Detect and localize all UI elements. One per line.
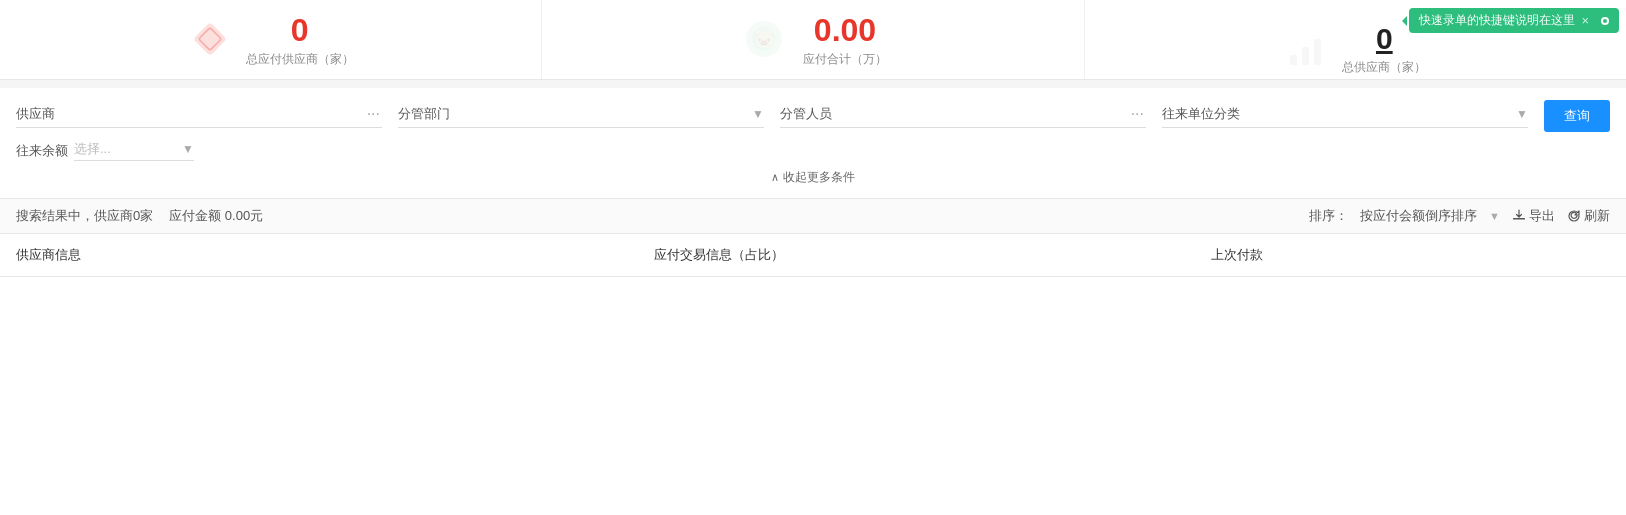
stat-payable-suppliers: 0 总应付供应商（家） (0, 0, 542, 79)
svg-rect-7 (1314, 39, 1321, 65)
export-btn[interactable]: 导出 (1512, 207, 1555, 225)
unit-chevron[interactable]: ▼ (1516, 107, 1528, 121)
result-bar: 搜索结果中，供应商0家 应付金额 0.00元 排序： 按应付会额倒序排序 ▼ 导… (0, 199, 1626, 234)
total-suppliers-number: 0 (1376, 21, 1393, 57)
unit-label: 往来单位分类 (1162, 105, 1240, 123)
table-body (0, 277, 1626, 515)
export-label: 导出 (1529, 207, 1555, 225)
dept-filter-group: 分管部门 ▼ (398, 105, 764, 128)
chart-icon (1284, 27, 1328, 71)
tooltip-close-btn[interactable]: × (1581, 13, 1589, 28)
collapse-chevron-icon: ∧ (771, 171, 779, 184)
dept-chevron[interactable]: ▼ (752, 107, 764, 121)
sort-label: 排序： (1309, 207, 1348, 225)
filter-row-1: 供应商 ··· 分管部门 ▼ 分管人员 ··· 往来单位分类 ▼ 查询 (16, 100, 1610, 132)
payable-suppliers-label: 总应付供应商（家） (246, 51, 354, 68)
result-amount: 应付金额 0.00元 (169, 207, 263, 225)
refresh-label: 刷新 (1584, 207, 1610, 225)
stats-bar: 0 总应付供应商（家） 🐷 0.00 应付合计（万） 快速录单的快捷键说明在这里… (0, 0, 1626, 80)
piggy-icon: 🐷 (739, 14, 789, 64)
payable-total-label: 应付合计（万） (803, 51, 887, 68)
tooltip-bubble: 快速录单的快捷键说明在这里 × (1409, 8, 1619, 33)
svg-text:🐷: 🐷 (753, 28, 776, 50)
balance-chevron[interactable]: ▼ (182, 142, 194, 156)
col-lastpay-header: 上次付款 (1211, 246, 1610, 264)
search-button[interactable]: 查询 (1544, 100, 1610, 132)
result-summary: 搜索结果中，供应商0家 应付金额 0.00元 (16, 207, 263, 225)
balance-placeholder: 选择... (74, 140, 182, 158)
diamond-icon (188, 17, 232, 61)
refresh-icon (1567, 209, 1581, 223)
supplier-label: 供应商 (16, 105, 55, 123)
svg-rect-8 (1513, 218, 1525, 220)
balance-select-wrapper: 选择... ▼ (74, 140, 194, 161)
col-supplier-header: 供应商信息 (16, 246, 654, 264)
svg-rect-5 (1290, 55, 1297, 65)
col-transaction-header: 应付交易信息（占比） (654, 246, 1212, 264)
dept-label: 分管部门 (398, 105, 450, 123)
collapse-label: 收起更多条件 (783, 169, 855, 186)
supplier-filter-group: 供应商 ··· (16, 105, 382, 128)
person-label: 分管人员 (780, 105, 832, 123)
refresh-btn[interactable]: 刷新 (1567, 207, 1610, 225)
collapse-btn[interactable]: ∧ 收起更多条件 (771, 169, 855, 186)
balance-label: 往来余额 (16, 142, 68, 160)
unit-filter-group: 往来单位分类 ▼ (1162, 105, 1528, 128)
tooltip-text: 快速录单的快捷键说明在这里 (1419, 12, 1575, 29)
export-icon (1512, 209, 1526, 223)
filter-bar: 供应商 ··· 分管部门 ▼ 分管人员 ··· 往来单位分类 ▼ 查询 往来余额… (0, 88, 1626, 199)
total-suppliers-label: 总供应商（家） (1342, 59, 1426, 76)
supplier-input[interactable] (61, 106, 365, 121)
result-actions: 排序： 按应付会额倒序排序 ▼ 导出 刷新 (1309, 207, 1610, 225)
tooltip-dot (1601, 17, 1609, 25)
stat-payable-total: 🐷 0.00 应付合计（万） (542, 0, 1084, 79)
table-header: 供应商信息 应付交易信息（占比） 上次付款 (0, 234, 1626, 277)
collapse-row: ∧ 收起更多条件 (16, 165, 1610, 190)
svg-rect-6 (1302, 47, 1309, 65)
payable-total-number: 0.00 (814, 11, 876, 49)
person-dots[interactable]: ··· (1129, 105, 1146, 123)
filter-row-2: 往来余额 选择... ▼ (16, 140, 1610, 161)
payable-suppliers-number: 0 (291, 11, 309, 49)
sort-value[interactable]: 按应付会额倒序排序 (1360, 207, 1477, 225)
stat-total-suppliers: 快速录单的快捷键说明在这里 × 0 总供应商（家） (1085, 0, 1626, 79)
sort-chevron-icon[interactable]: ▼ (1489, 210, 1500, 222)
dept-input[interactable] (456, 106, 752, 121)
supplier-dots[interactable]: ··· (365, 105, 382, 123)
unit-input[interactable] (1246, 106, 1516, 121)
person-input[interactable] (838, 106, 1129, 121)
result-text: 搜索结果中，供应商0家 (16, 207, 153, 225)
person-filter-group: 分管人员 ··· (780, 105, 1146, 128)
